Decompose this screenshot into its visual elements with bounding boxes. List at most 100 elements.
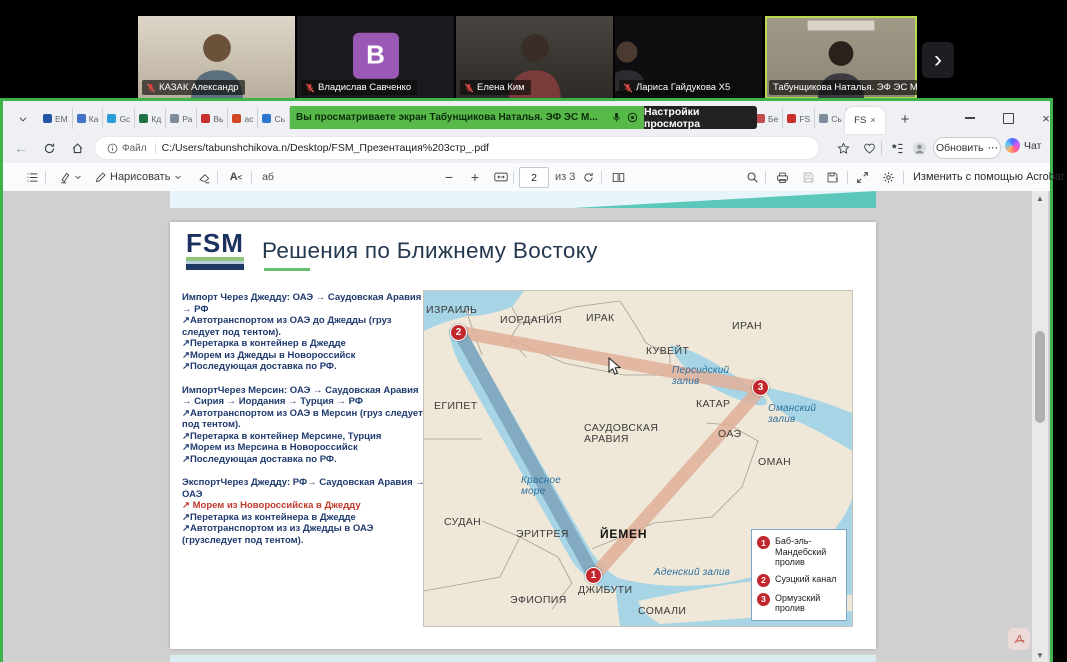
rotate-icon[interactable] — [579, 168, 597, 186]
route-line: Импорт Через Джедду: ОАЭ → Саудовская Ар… — [182, 292, 422, 315]
active-tab-pdf[interactable]: FS × — [845, 107, 885, 134]
minimize-button[interactable] — [955, 107, 985, 129]
scrollbar-thumb[interactable] — [1035, 331, 1045, 423]
draw-pen-icon[interactable] — [91, 168, 109, 186]
tab-search-chevron-button[interactable] — [13, 109, 33, 129]
map-label: ДЖИБУТИ — [578, 584, 633, 596]
new-tab-button[interactable]: + — [895, 109, 915, 129]
pinned-tab[interactable]: Gс — [103, 108, 136, 129]
pdf-scrollbar[interactable]: ▲ ▼ — [1032, 191, 1048, 662]
map-label: ЭРИТРЕЯ — [516, 528, 569, 540]
back-icon[interactable]: ← — [11, 138, 31, 158]
map-label: Оманский залив — [768, 403, 817, 425]
page-total-label: из 3 — [555, 171, 576, 183]
save-icon[interactable] — [799, 168, 817, 186]
tab-favicon — [170, 114, 180, 123]
more-menu-icon[interactable]: ⋯ — [988, 142, 999, 154]
video-tile-larisa[interactable]: Лариса Гайдукова X5 — [615, 16, 762, 99]
url-input[interactable]: Файл C:/Users/tabunshchikova.n/Desktop/F… — [95, 137, 819, 159]
highlighter-icon[interactable] — [55, 168, 73, 186]
video-tile-elena[interactable]: Елена Ким — [456, 16, 613, 99]
map-label: САУДОВСКАЯ АРАВИЯ — [584, 422, 659, 445]
copilot-icon — [1005, 138, 1020, 153]
divider — [251, 171, 252, 184]
acrobat-extension-button[interactable] — [1008, 628, 1030, 650]
divider — [217, 171, 218, 184]
record-icon — [627, 112, 638, 123]
edit-with-acrobat-button[interactable]: Изменить с помощью Acrobat — [913, 171, 1064, 183]
page-view-icon[interactable] — [609, 168, 627, 186]
favorites-hub-icon[interactable] — [887, 138, 907, 158]
route-line: ↗Перетарка из контейнера в Джедде — [182, 511, 356, 523]
save-as-icon[interactable] — [823, 168, 841, 186]
pinned-tab[interactable]: Сь — [258, 108, 291, 129]
pinned-tab[interactable]: ас — [228, 108, 259, 129]
pinned-tab[interactable]: Ка — [73, 108, 104, 129]
legend-marker-number: 3 — [757, 592, 770, 606]
pinned-tab[interactable]: Сь — [815, 108, 847, 129]
route-paragraph: ЭкспортЧерез Джедду: РФ→ Саудовская Арав… — [182, 477, 430, 546]
pinned-tab[interactable]: Вь — [197, 108, 229, 129]
map-marker-3: 3 — [752, 379, 769, 396]
gear-icon[interactable] — [879, 168, 897, 186]
chevron-down-icon[interactable] — [73, 168, 83, 186]
close-window-button[interactable]: × — [1031, 107, 1061, 129]
divider — [903, 171, 904, 184]
expand-icon[interactable] — [853, 168, 871, 186]
profile-avatar-icon[interactable] — [909, 138, 929, 158]
update-browser-button[interactable]: Обновить ⋯ — [933, 137, 1001, 159]
minimize-icon — [965, 117, 975, 119]
page-number-input[interactable]: 2 — [519, 167, 549, 188]
map-label: ИОРДАНИЯ — [500, 314, 563, 326]
tab-favicon — [107, 114, 117, 123]
print-icon[interactable] — [773, 168, 791, 186]
maximize-button[interactable] — [993, 107, 1023, 129]
route-line: ↗Морем из Джедды в Новороссийск — [182, 349, 356, 361]
copilot-chat-button[interactable]: Чат — [1005, 138, 1041, 153]
participant-name-label: Лариса Гайдукова X5 — [619, 80, 737, 95]
draw-label[interactable]: Нарисовать — [110, 171, 170, 183]
chevron-down-icon[interactable] — [173, 168, 183, 186]
favorite-star-icon[interactable] — [833, 138, 853, 158]
home-icon[interactable] — [67, 138, 87, 158]
zoom-out-icon[interactable]: − — [440, 168, 458, 186]
pinned-tab[interactable]: FS — [783, 108, 816, 129]
route-line: ↗Перетарка в контейнер Мерсине, Турция — [182, 430, 382, 442]
search-icon[interactable] — [743, 168, 761, 186]
map-marker-2: 2 — [450, 324, 467, 341]
route-text: Импорт Через Джедду: ОАЭ → Саудовская Ар… — [182, 292, 430, 558]
video-tile-tabunshchikova-active-speaker[interactable]: Табунщикова Наталья. ЭФ ЭС Ма... — [765, 16, 917, 99]
divider — [601, 171, 602, 184]
slide-title: Решения по Ближнему Востоку — [262, 238, 598, 263]
pdf-viewport: FSM Решения по Ближнему Востоку Импорт Ч… — [3, 191, 1050, 662]
map-label: ОМАН — [758, 456, 792, 468]
next-participants-button[interactable]: › — [922, 42, 954, 78]
route-paragraph: ИмпортЧерез Мерсин: ОАЭ → Саудовская Ара… — [182, 385, 430, 466]
view-settings-button[interactable]: Настройки просмотра — [644, 106, 757, 130]
refresh-icon[interactable] — [39, 138, 59, 158]
close-tab-icon[interactable]: × — [870, 115, 876, 126]
pinned-tab[interactable]: ЕМ — [39, 108, 73, 129]
route-line: ИмпортЧерез Мерсин: ОАЭ → Саудовская Ара… — [182, 384, 419, 408]
divider — [847, 171, 848, 184]
text-tool-icon[interactable]: аб — [259, 168, 277, 186]
map-label: КУВЕЙТ — [646, 345, 690, 357]
browser-essentials-icon[interactable] — [859, 138, 879, 158]
read-aloud-icon[interactable]: A ˂ — [227, 168, 245, 186]
pdf-page-2: FSM Решения по Ближнему Востоку Импорт Ч… — [170, 222, 876, 649]
scroll-down-arrow[interactable]: ▼ — [1032, 648, 1048, 662]
pinned-tab[interactable]: Ра — [166, 108, 198, 129]
pinned-tab[interactable]: Кд — [135, 108, 167, 129]
file-url: C:/Users/tabunshchikova.n/Desktop/FSM_Пр… — [161, 142, 489, 154]
share-notification-banner: Вы просматриваете экран Табунщикова Ната… — [290, 106, 644, 129]
video-tile-vladislav[interactable]: В Владислав Савченко — [297, 16, 454, 99]
video-tile-kazak[interactable]: КАЗАК Александр — [138, 16, 295, 99]
route-line: ↗Автотранспортом из из Джедды в ОАЭ (гру… — [182, 523, 374, 546]
eraser-icon[interactable] — [195, 168, 213, 186]
toc-icon[interactable] — [23, 168, 41, 186]
fit-width-icon[interactable] — [492, 168, 510, 186]
zoom-meeting-screen: КАЗАК Александр В Владислав Савченко Еле… — [0, 0, 1067, 662]
participant-name-label: Елена Ким — [460, 80, 531, 95]
scroll-up-arrow[interactable]: ▲ — [1032, 191, 1048, 205]
zoom-in-icon[interactable]: + — [466, 168, 484, 186]
